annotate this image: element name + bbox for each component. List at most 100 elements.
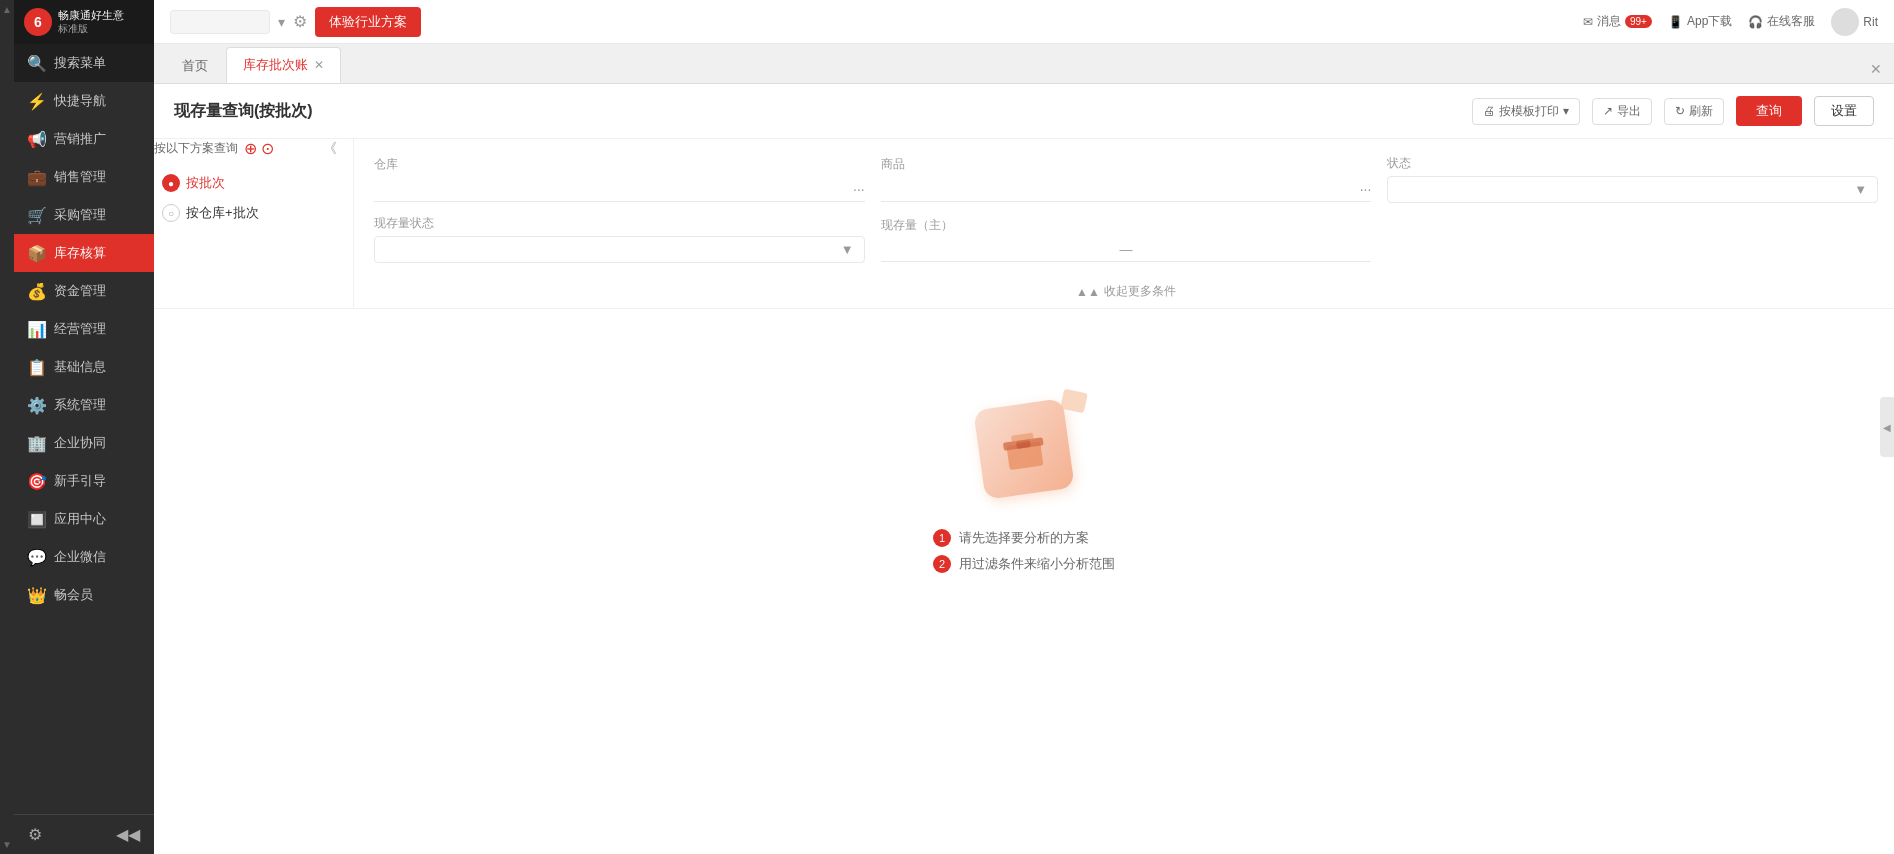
status-dropdown-icon: ▼ (1854, 182, 1867, 197)
manage-plans-icon[interactable]: ⊙ (261, 139, 274, 158)
phone-icon: 📱 (1668, 15, 1683, 29)
messages-badge: 99+ (1625, 15, 1652, 28)
scroll-down-btn[interactable]: ▼ (2, 835, 12, 854)
sidebar-item-purchase[interactable]: 🛒 采购管理 (14, 196, 154, 234)
sidebar-item-enterprise[interactable]: 🏢 企业协同 (14, 424, 154, 462)
plan-item-warehouse-batch[interactable]: ○ 按仓库+批次 (154, 198, 337, 228)
filter-form: 仓库 ··· 商品 ··· 状态 (354, 139, 1894, 308)
inventory-status-label: 现存量状态 (374, 215, 865, 232)
sidebar-item-operations[interactable]: 📊 经营管理 (14, 310, 154, 348)
page-actions: 🖨 按模板打印 ▾ ↗ 导出 ↻ 刷新 查询 设置 (1472, 96, 1874, 126)
refresh-btn[interactable]: ↻ 刷新 (1664, 98, 1724, 125)
app-download-btn[interactable]: 📱 App下载 (1668, 13, 1732, 30)
messages-btn[interactable]: ✉ 消息 99+ (1583, 13, 1652, 30)
finance-icon: 💰 (28, 282, 46, 300)
warehouse-label: 仓库 (374, 156, 865, 173)
trial-btn[interactable]: 体验行业方案 (315, 7, 421, 37)
sidebar-item-label: 企业协同 (54, 434, 106, 452)
sidebar-item-apps[interactable]: 🔲 应用中心 (14, 500, 154, 538)
tab-inventory-batch[interactable]: 库存批次账 ✕ (226, 47, 341, 83)
sidebar-item-guide[interactable]: 🎯 新手引导 (14, 462, 154, 500)
sidebar-item-label: 采购管理 (54, 206, 106, 224)
product-input[interactable] (881, 182, 1360, 197)
export-btn[interactable]: ↗ 导出 (1592, 98, 1652, 125)
online-service-btn[interactable]: 🎧 在线客服 (1748, 13, 1815, 30)
home-tab-label: 首页 (182, 57, 208, 75)
page-title: 现存量查询(按批次) (174, 101, 313, 122)
page-header: 现存量查询(按批次) 🖨 按模板打印 ▾ ↗ 导出 ↻ 刷新 查询 设置 (154, 84, 1894, 139)
sidebar-item-sales[interactable]: 💼 销售管理 (14, 158, 154, 196)
sidebar-item-label: 库存核算 (54, 244, 106, 262)
sidebar-item-label: 系统管理 (54, 396, 106, 414)
tab-home[interactable]: 首页 (166, 49, 224, 83)
purchase-icon: 🛒 (28, 206, 46, 224)
collapse-filter-icon[interactable]: 《 (323, 140, 337, 158)
sidebar-item-label: 快捷导航 (54, 92, 106, 110)
quantity-dash: — (1112, 242, 1141, 257)
app-version: 标准版 (58, 22, 124, 36)
sidebar: 6 畅康通好生意 标准版 🔍 搜索菜单 ⚡ 快捷导航 📢 营销推广 💼 销售管理… (14, 0, 154, 854)
filter-area: 按以下方案查询 ⊕ ⊙ 《 ● 按批次 ○ 按仓库+批次 (154, 139, 1894, 309)
query-btn[interactable]: 查询 (1736, 96, 1802, 126)
product-more-icon[interactable]: ··· (1360, 181, 1372, 197)
export-icon: ↗ (1603, 104, 1613, 118)
online-service-label: 在线客服 (1767, 13, 1815, 30)
refresh-icon: ↻ (1675, 104, 1685, 118)
sidebar-item-search[interactable]: 🔍 搜索菜单 (14, 44, 154, 82)
quantity-from-input[interactable] (881, 242, 1112, 257)
headset-icon: 🎧 (1748, 15, 1763, 29)
print-icon: 🖨 (1483, 104, 1495, 118)
messages-label: 消息 (1597, 13, 1621, 30)
status-select[interactable]: ▼ (1387, 176, 1878, 203)
settings-btn[interactable]: 设置 (1814, 96, 1874, 126)
sidebar-item-quick-nav[interactable]: ⚡ 快捷导航 (14, 82, 154, 120)
topbar-dropdown-icon[interactable]: ▾ (278, 14, 285, 30)
filter-sidebar: 按以下方案查询 ⊕ ⊙ 《 ● 按批次 ○ 按仓库+批次 (154, 139, 354, 308)
empty-box-icon (973, 398, 1075, 500)
search-icon: 🔍 (28, 54, 46, 72)
topbar: ▾ ⚙ 体验行业方案 ✉ 消息 99+ 📱 App下载 🎧 在线客服 Rit (154, 0, 1894, 44)
inventory-batch-tab-label: 库存批次账 (243, 56, 308, 74)
settings-icon[interactable]: ⚙ (28, 825, 42, 844)
scroll-up-btn[interactable]: ▲ (2, 0, 12, 19)
content-area: 现存量查询(按批次) 🖨 按模板打印 ▾ ↗ 导出 ↻ 刷新 查询 设置 (154, 84, 1894, 854)
plan-inactive-icon: ○ (162, 204, 180, 222)
collapse-sidebar-icon[interactable]: ◀◀ (116, 825, 140, 844)
sidebar-item-finance[interactable]: 💰 资金管理 (14, 272, 154, 310)
sidebar-item-marketing[interactable]: 📢 营销推广 (14, 120, 154, 158)
quantity-to-input[interactable] (1141, 242, 1372, 257)
collapse-up-icon: ▲▲ (1076, 285, 1100, 299)
topbar-gear-icon[interactable]: ⚙ (293, 12, 307, 31)
add-plan-icon[interactable]: ⊕ (244, 139, 257, 158)
tip-1-number: 1 (933, 529, 951, 547)
company-name: 畅康通好生意 (58, 8, 124, 22)
warehouse-input[interactable] (374, 182, 853, 197)
wechat-icon: 💬 (28, 548, 46, 566)
inventory-status-select[interactable]: ▼ (374, 236, 865, 263)
user-btn[interactable]: Rit (1831, 8, 1878, 36)
tip-1-text: 请先选择要分析的方案 (959, 529, 1089, 547)
sidebar-item-wechat[interactable]: 💬 企业微信 (14, 538, 154, 576)
filter-row-2: 现存量状态 ▼ 现存量（主） — (374, 215, 1878, 263)
sidebar-item-label: 搜索菜单 (54, 54, 106, 72)
app-logo: 6 (24, 8, 52, 36)
print-btn[interactable]: 🖨 按模板打印 ▾ (1472, 98, 1580, 125)
plan-item-batch[interactable]: ● 按批次 (154, 168, 337, 198)
collapse-more-conditions[interactable]: ▲▲ 收起更多条件 (374, 275, 1878, 308)
tab-close-icon[interactable]: ✕ (314, 58, 324, 72)
enterprise-icon: 🏢 (28, 434, 46, 452)
empty-tips: 1 请先选择要分析的方案 2 用过滤条件来缩小分析范围 (933, 529, 1115, 573)
empty-tip-1: 1 请先选择要分析的方案 (933, 529, 1115, 547)
warehouse-more-icon[interactable]: ··· (853, 181, 865, 197)
sidebar-item-label: 应用中心 (54, 510, 106, 528)
sidebar-item-inventory[interactable]: 📦 库存核算 (14, 234, 154, 272)
system-icon: ⚙️ (28, 396, 46, 414)
close-panel-icon[interactable]: ✕ (1870, 61, 1882, 77)
sidebar-item-system[interactable]: ⚙️ 系统管理 (14, 386, 154, 424)
topbar-search-input[interactable] (170, 10, 270, 34)
sidebar-item-basics[interactable]: 📋 基础信息 (14, 348, 154, 386)
right-panel-toggle[interactable]: ◀ (1880, 397, 1894, 457)
sidebar-item-members[interactable]: 👑 畅会员 (14, 576, 154, 614)
operations-icon: 📊 (28, 320, 46, 338)
sidebar-item-label: 经营管理 (54, 320, 106, 338)
